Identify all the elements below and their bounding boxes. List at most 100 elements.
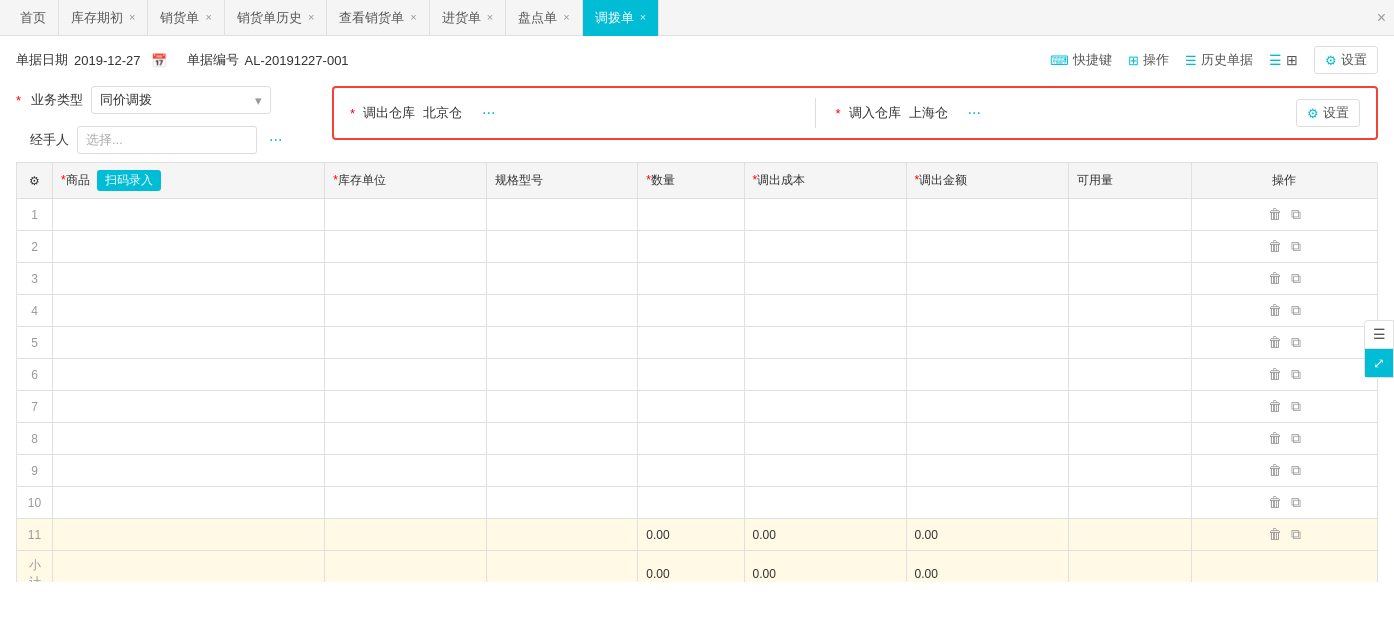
tab-close-purchase[interactable]: × [487, 12, 493, 23]
spec-cell[interactable] [487, 487, 638, 519]
spec-cell[interactable] [487, 519, 638, 551]
unit-cell[interactable] [325, 199, 487, 231]
product-cell[interactable] [53, 519, 325, 551]
unit-cell[interactable] [325, 359, 487, 391]
amount-cell[interactable] [906, 487, 1068, 519]
qty-cell[interactable] [638, 423, 744, 455]
shortcut-button[interactable]: ⌨ 快捷键 [1050, 51, 1112, 69]
out-wh-more-button[interactable]: ··· [482, 104, 495, 122]
amount-cell[interactable] [906, 295, 1068, 327]
qty-cell[interactable] [638, 455, 744, 487]
tab-close-stocktake[interactable]: × [563, 12, 569, 23]
spec-cell[interactable] [487, 359, 638, 391]
copy-icon[interactable]: ⧉ [1291, 526, 1301, 542]
copy-icon[interactable]: ⧉ [1291, 494, 1301, 510]
unit-cell[interactable] [325, 263, 487, 295]
tab-purchase[interactable]: 进货单 × [430, 0, 506, 36]
cost-cell[interactable]: 0.00 [744, 519, 906, 551]
product-cell[interactable] [53, 295, 325, 327]
spec-cell[interactable] [487, 327, 638, 359]
available-cell[interactable] [1068, 487, 1191, 519]
available-cell[interactable] [1068, 359, 1191, 391]
spec-cell[interactable] [487, 455, 638, 487]
qty-cell[interactable]: 0.00 [638, 519, 744, 551]
delete-icon[interactable]: 🗑 [1268, 462, 1282, 478]
float-list-button[interactable]: ☰ [1365, 321, 1393, 349]
delete-icon[interactable]: 🗑 [1268, 334, 1282, 350]
qty-cell[interactable] [638, 391, 744, 423]
handler-more-button[interactable]: ··· [269, 131, 282, 149]
available-cell[interactable] [1068, 391, 1191, 423]
in-wh-more-button[interactable]: ··· [968, 104, 981, 122]
copy-icon[interactable]: ⧉ [1291, 462, 1301, 478]
float-expand-button[interactable]: ⤢ [1365, 349, 1393, 377]
copy-icon[interactable]: ⧉ [1291, 302, 1301, 318]
unit-cell[interactable] [325, 455, 487, 487]
product-cell[interactable] [53, 423, 325, 455]
cost-cell[interactable] [744, 423, 906, 455]
tab-view-sales[interactable]: 查看销货单 × [327, 0, 429, 36]
tab-close-transfer[interactable]: × [640, 12, 646, 23]
table-wrapper[interactable]: ⚙ *商品 扫码录入 *库存单位 规格型号 *数量 *调出成本 *调出金额 [0, 162, 1394, 582]
available-cell[interactable] [1068, 263, 1191, 295]
tab-transfer[interactable]: 调拨单 × [583, 0, 659, 36]
settings-button[interactable]: ⚙ 设置 [1314, 46, 1378, 74]
delete-icon[interactable]: 🗑 [1268, 366, 1282, 382]
scan-barcode-button[interactable]: 扫码录入 [97, 170, 161, 191]
copy-icon[interactable]: ⧉ [1291, 206, 1301, 222]
product-cell[interactable] [53, 455, 325, 487]
delete-icon[interactable]: 🗑 [1268, 302, 1282, 318]
unit-cell[interactable] [325, 519, 487, 551]
layout-list-icon[interactable]: ☰ [1269, 52, 1282, 68]
delete-icon[interactable]: 🗑 [1268, 430, 1282, 446]
qty-cell[interactable] [638, 359, 744, 391]
cost-cell[interactable] [744, 391, 906, 423]
spec-cell[interactable] [487, 423, 638, 455]
product-cell[interactable] [53, 263, 325, 295]
spec-cell[interactable] [487, 231, 638, 263]
copy-icon[interactable]: ⧉ [1291, 238, 1301, 254]
tab-sales-order[interactable]: 销货单 × [148, 0, 224, 36]
amount-cell[interactable] [906, 391, 1068, 423]
tab-close-sales-history[interactable]: × [308, 12, 314, 23]
history-button[interactable]: ☰ 历史单据 [1185, 51, 1253, 69]
qty-cell[interactable] [638, 199, 744, 231]
ops-button[interactable]: ⊞ 操作 [1128, 51, 1169, 69]
unit-cell[interactable] [325, 327, 487, 359]
product-cell[interactable] [53, 391, 325, 423]
qty-cell[interactable] [638, 327, 744, 359]
delete-icon[interactable]: 🗑 [1268, 270, 1282, 286]
available-cell[interactable] [1068, 519, 1191, 551]
tab-sales-history[interactable]: 销货单历史 × [225, 0, 327, 36]
spec-cell[interactable] [487, 199, 638, 231]
cost-cell[interactable] [744, 487, 906, 519]
available-cell[interactable] [1068, 295, 1191, 327]
delete-icon[interactable]: 🗑 [1268, 526, 1282, 542]
unit-cell[interactable] [325, 231, 487, 263]
cost-cell[interactable] [744, 327, 906, 359]
tab-close-sales[interactable]: × [205, 12, 211, 23]
delete-icon[interactable]: 🗑 [1268, 494, 1282, 510]
unit-cell[interactable] [325, 295, 487, 327]
delete-icon[interactable]: 🗑 [1268, 238, 1282, 254]
copy-icon[interactable]: ⧉ [1291, 430, 1301, 446]
available-cell[interactable] [1068, 199, 1191, 231]
available-cell[interactable] [1068, 231, 1191, 263]
product-cell[interactable] [53, 199, 325, 231]
available-cell[interactable] [1068, 423, 1191, 455]
biz-type-select[interactable]: 同价调拨 ▾ [91, 86, 271, 114]
amount-cell[interactable] [906, 199, 1068, 231]
available-cell[interactable] [1068, 455, 1191, 487]
unit-cell[interactable] [325, 391, 487, 423]
unit-cell[interactable] [325, 423, 487, 455]
copy-icon[interactable]: ⧉ [1291, 334, 1301, 350]
copy-icon[interactable]: ⧉ [1291, 366, 1301, 382]
product-cell[interactable] [53, 487, 325, 519]
amount-cell[interactable] [906, 263, 1068, 295]
product-cell[interactable] [53, 327, 325, 359]
tab-inventory-init[interactable]: 库存期初 × [59, 0, 148, 36]
amount-cell[interactable] [906, 359, 1068, 391]
amount-cell[interactable] [906, 231, 1068, 263]
window-close-button[interactable]: × [1377, 9, 1386, 27]
tab-stocktake[interactable]: 盘点单 × [506, 0, 582, 36]
